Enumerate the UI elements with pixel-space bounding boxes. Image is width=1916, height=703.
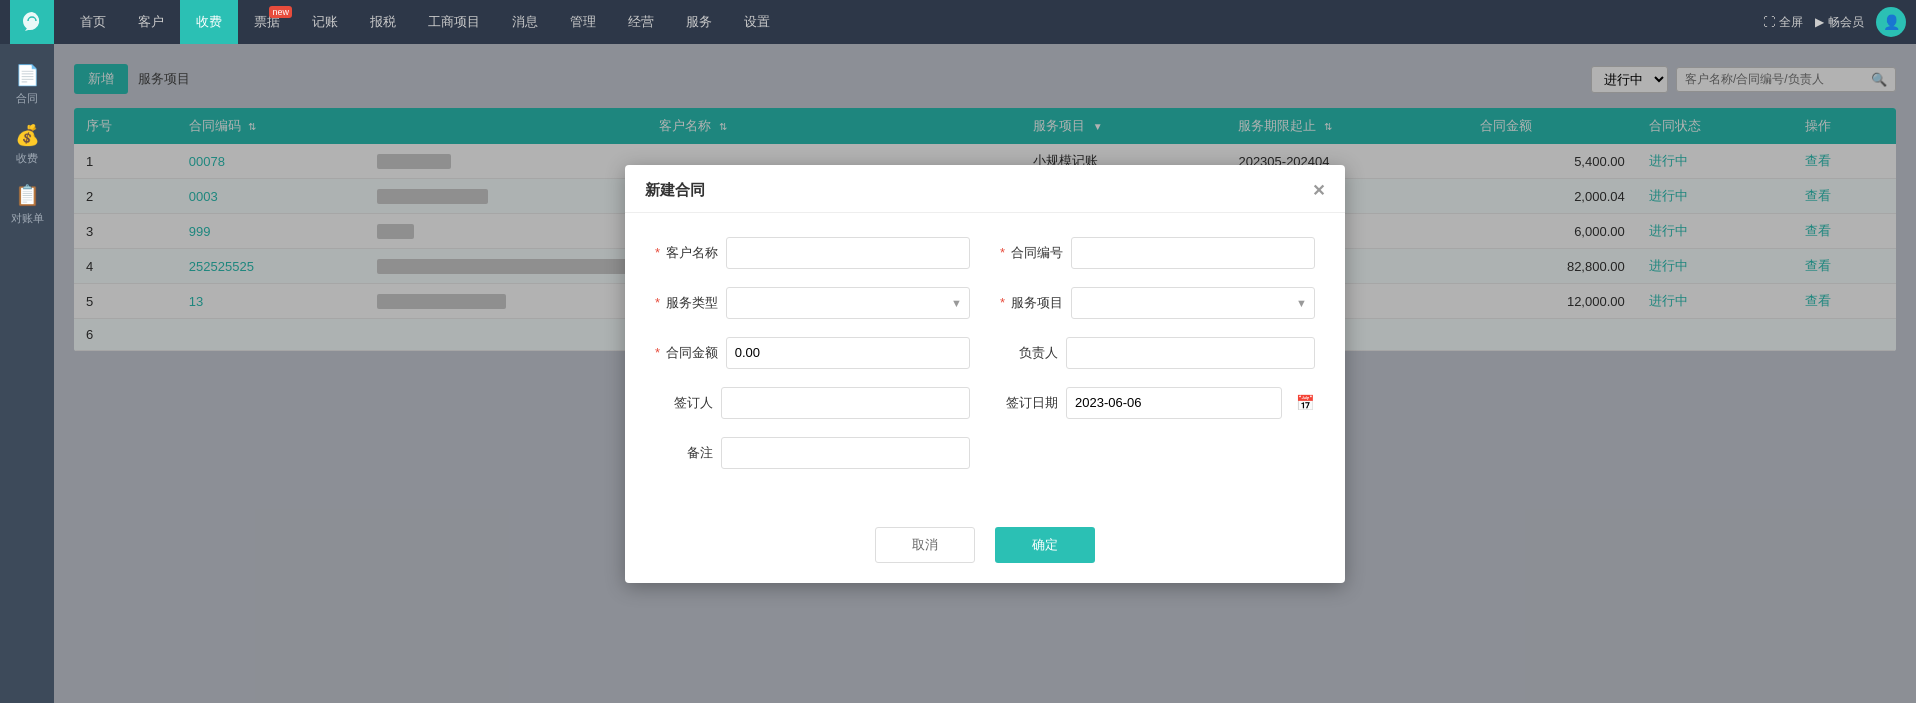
modal-overlay: 新建合同 ✕ * 客户名称 <box>54 44 1916 703</box>
nav-operation[interactable]: 经营 <box>612 0 670 44</box>
modal-body: * 客户名称 * 合同编号 <box>625 213 1345 511</box>
field-signer: 签订人 <box>655 387 970 419</box>
field-amount: * 合同金额 <box>655 337 970 369</box>
field-customer-name: * 客户名称 <box>655 237 970 269</box>
nav-menu: 首页 客户 收费 票据 new 记账 报税 工商项目 消息 管理 经营 服务 设… <box>54 0 1763 44</box>
form-row-5: 备注 <box>655 437 1315 469</box>
top-nav-right: ⛶ 全屏 ▶ 畅会员 👤 <box>1763 7 1906 37</box>
form-row-1: * 客户名称 * 合同编号 <box>655 237 1315 269</box>
app-logo <box>10 0 54 44</box>
form-row-3: * 合同金额 负责人 <box>655 337 1315 369</box>
fee-icon: 💰 <box>15 123 40 147</box>
fullscreen-icon: ⛶ <box>1763 15 1775 29</box>
field-note: 备注 <box>655 437 970 469</box>
fullscreen-button[interactable]: ⛶ 全屏 <box>1763 14 1803 31</box>
new-contract-modal: 新建合同 ✕ * 客户名称 <box>625 165 1345 583</box>
calendar-icon[interactable]: 📅 <box>1296 394 1315 412</box>
form-row-2: * 服务类型 ▼ * <box>655 287 1315 319</box>
service-item-select[interactable] <box>1071 287 1315 319</box>
vip-button[interactable]: ▶ 畅会员 <box>1815 14 1864 31</box>
nav-bookkeeping[interactable]: 记账 <box>296 0 354 44</box>
amount-input[interactable] <box>726 337 970 369</box>
avatar[interactable]: 👤 <box>1876 7 1906 37</box>
sidebar: 📄 合同 💰 收费 📋 对账单 <box>0 44 54 703</box>
nav-fee[interactable]: 收费 <box>180 0 238 44</box>
field-responsible: 负责人 <box>1000 337 1315 369</box>
form-row-4: 签订人 签订日期 📅 <box>655 387 1315 419</box>
cancel-button[interactable]: 取消 <box>875 527 975 563</box>
field-contract-no: * 合同编号 <box>1000 237 1315 269</box>
service-type-wrap: ▼ <box>726 287 970 319</box>
nav-tax[interactable]: 报税 <box>354 0 412 44</box>
nav-customer[interactable]: 客户 <box>122 0 180 44</box>
service-type-select[interactable] <box>726 287 970 319</box>
new-badge: new <box>269 6 292 18</box>
nav-manage[interactable]: 管理 <box>554 0 612 44</box>
modal-close-button[interactable]: ✕ <box>1312 181 1325 200</box>
vip-icon: ▶ <box>1815 15 1824 29</box>
note-input[interactable] <box>721 437 970 469</box>
customer-name-input[interactable] <box>726 237 970 269</box>
modal-title: 新建合同 <box>645 181 705 200</box>
sidebar-item-contract[interactable]: 📄 合同 <box>0 54 54 114</box>
field-sign-date: 签订日期 📅 <box>1000 387 1315 419</box>
sidebar-item-fee[interactable]: 💰 收费 <box>0 114 54 174</box>
signer-input[interactable] <box>721 387 970 419</box>
responsible-input[interactable] <box>1066 337 1315 369</box>
nav-home[interactable]: 首页 <box>64 0 122 44</box>
service-item-wrap: ▼ <box>1071 287 1315 319</box>
main-layout: 📄 合同 💰 收费 📋 对账单 新增 服务项目 进行中 已完成 全部 <box>0 44 1916 703</box>
contract-icon: 📄 <box>15 63 40 87</box>
field-service-type: * 服务类型 ▼ <box>655 287 970 319</box>
nav-ticket[interactable]: 票据 new <box>238 0 296 44</box>
nav-settings[interactable]: 设置 <box>728 0 786 44</box>
modal-footer: 取消 确定 <box>625 511 1345 583</box>
main-content: 新增 服务项目 进行中 已完成 全部 🔍 序号 合 <box>54 44 1916 703</box>
nav-business[interactable]: 工商项目 <box>412 0 496 44</box>
nav-message[interactable]: 消息 <box>496 0 554 44</box>
top-navigation: 首页 客户 收费 票据 new 记账 报税 工商项目 消息 管理 经营 服务 设… <box>0 0 1916 44</box>
contract-no-input[interactable] <box>1071 237 1315 269</box>
statement-icon: 📋 <box>15 183 40 207</box>
modal-header: 新建合同 ✕ <box>625 165 1345 213</box>
confirm-button[interactable]: 确定 <box>995 527 1095 563</box>
sign-date-input[interactable] <box>1066 387 1282 419</box>
field-service-item: * 服务项目 ▼ <box>1000 287 1315 319</box>
nav-service[interactable]: 服务 <box>670 0 728 44</box>
sidebar-item-statement[interactable]: 📋 对账单 <box>0 174 54 234</box>
